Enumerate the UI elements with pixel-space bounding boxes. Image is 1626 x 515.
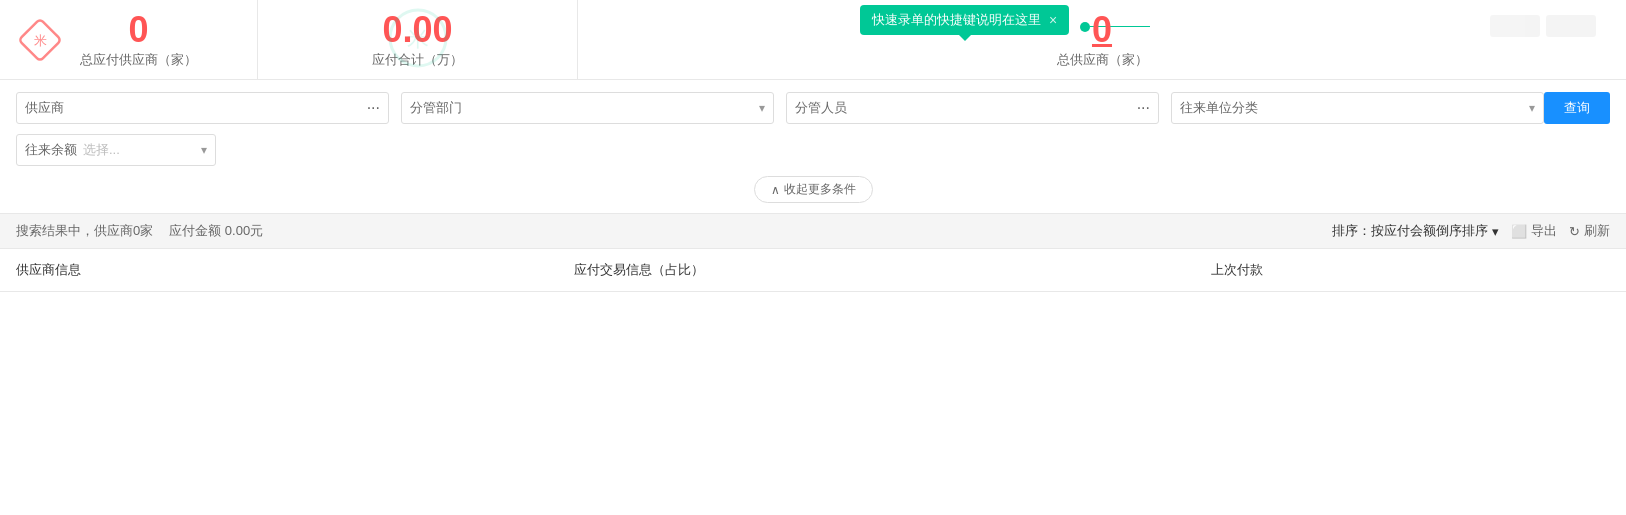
stat-number-payable-vendors: 0 [128,10,148,50]
filter-bar: 供应商 ··· 分管部门 ▾ 分管人员 ··· 往来单位分类 ▾ 查询 往来余额 [0,80,1626,213]
tooltip-close-btn[interactable]: × [1049,12,1057,28]
unit-category-input[interactable] [1264,101,1529,116]
filter-row-2: 往来余额 选择... ▾ [16,134,1610,166]
results-bar: 搜索结果中，供应商0家 应付金额 0.00元 排序：按应付会额倒序排序 ▾ ⬜ … [0,213,1626,249]
supplier-dots[interactable]: ··· [367,99,380,117]
stat-total-payable-amount: 米 0.00 应付合计（万） [258,0,578,79]
filter-row-1: 供应商 ··· 分管部门 ▾ 分管人员 ··· 往来单位分类 ▾ 查询 [16,92,1610,124]
refresh-button[interactable]: ↻ 刷新 [1569,222,1610,240]
bg-money-icon: 米 [388,8,448,71]
collapse-button[interactable]: ∧ 收起更多条件 [754,176,873,203]
tooltip-bubble: 快速录单的快捷键说明在这里 × [860,5,1069,35]
tooltip-text: 快速录单的快捷键说明在这里 [872,11,1041,29]
department-input[interactable] [468,101,759,116]
stat-total-vendors: 0 总供应商（家） [578,0,1626,79]
balance-filter[interactable]: 往来余额 选择... ▾ [16,134,216,166]
unit-category-label: 往来单位分类 [1180,99,1258,117]
supplier-input[interactable] [70,101,363,116]
query-button[interactable]: 查询 [1544,92,1610,124]
manager-label: 分管人员 [795,99,847,117]
col-header-lastpay: 上次付款 [1211,261,1610,279]
manager-dots[interactable]: ··· [1137,99,1150,117]
refresh-label: 刷新 [1584,222,1610,240]
supplier-filter[interactable]: 供应商 ··· [16,92,389,124]
manager-filter[interactable]: 分管人员 ··· [786,92,1159,124]
collapse-label: 收起更多条件 [784,181,856,198]
results-vendor-count: 搜索结果中，供应商0家 [16,222,153,240]
supplier-label: 供应商 [25,99,64,117]
col-header-transaction: 应付交易信息（占比） [574,261,1212,279]
faint-bg-buttons [1490,15,1596,37]
balance-placeholder: 选择... [83,141,120,159]
collapse-chevron-icon: ∧ [771,183,780,197]
stat-number-total-vendors: 0 [1092,10,1112,50]
empty-content-area [0,292,1626,512]
svg-text:米: 米 [407,26,429,51]
svg-text:米: 米 [34,33,47,48]
balance-label: 往来余额 [25,141,77,159]
logo-diamond: 米 [15,15,65,65]
results-amount: 应付金额 0.00元 [169,222,263,240]
department-filter[interactable]: 分管部门 ▾ [401,92,774,124]
balance-chevron[interactable]: ▾ [201,143,207,157]
stat-label-total-vendors: 总供应商（家） [1057,51,1148,69]
stat-label-payable-vendors: 总应付供应商（家） [80,51,197,69]
export-icon: ⬜ [1511,224,1527,239]
unit-category-chevron[interactable]: ▾ [1529,101,1535,115]
sort-button[interactable]: 排序：按应付会额倒序排序 ▾ [1332,222,1499,240]
manager-input[interactable] [853,101,1133,116]
stats-bar: 米 0 总应付供应商（家） 米 0.00 应付合计（万） 快速录单的快捷键说明在… [0,0,1626,80]
department-chevron[interactable]: ▾ [759,101,765,115]
refresh-icon: ↻ [1569,224,1580,239]
results-summary: 搜索结果中，供应商0家 应付金额 0.00元 [16,222,263,240]
department-label: 分管部门 [410,99,462,117]
export-button[interactable]: ⬜ 导出 [1511,222,1557,240]
col-header-supplier: 供应商信息 [16,261,574,279]
unit-category-filter[interactable]: 往来单位分类 ▾ [1171,92,1544,124]
results-actions: 排序：按应付会额倒序排序 ▾ ⬜ 导出 ↻ 刷新 [1332,222,1610,240]
export-label: 导出 [1531,222,1557,240]
table-header: 供应商信息 应付交易信息（占比） 上次付款 [0,249,1626,292]
sort-label: 排序：按应付会额倒序排序 [1332,222,1488,240]
collapse-bar: ∧ 收起更多条件 [16,176,1610,213]
sort-chevron-icon: ▾ [1492,224,1499,239]
